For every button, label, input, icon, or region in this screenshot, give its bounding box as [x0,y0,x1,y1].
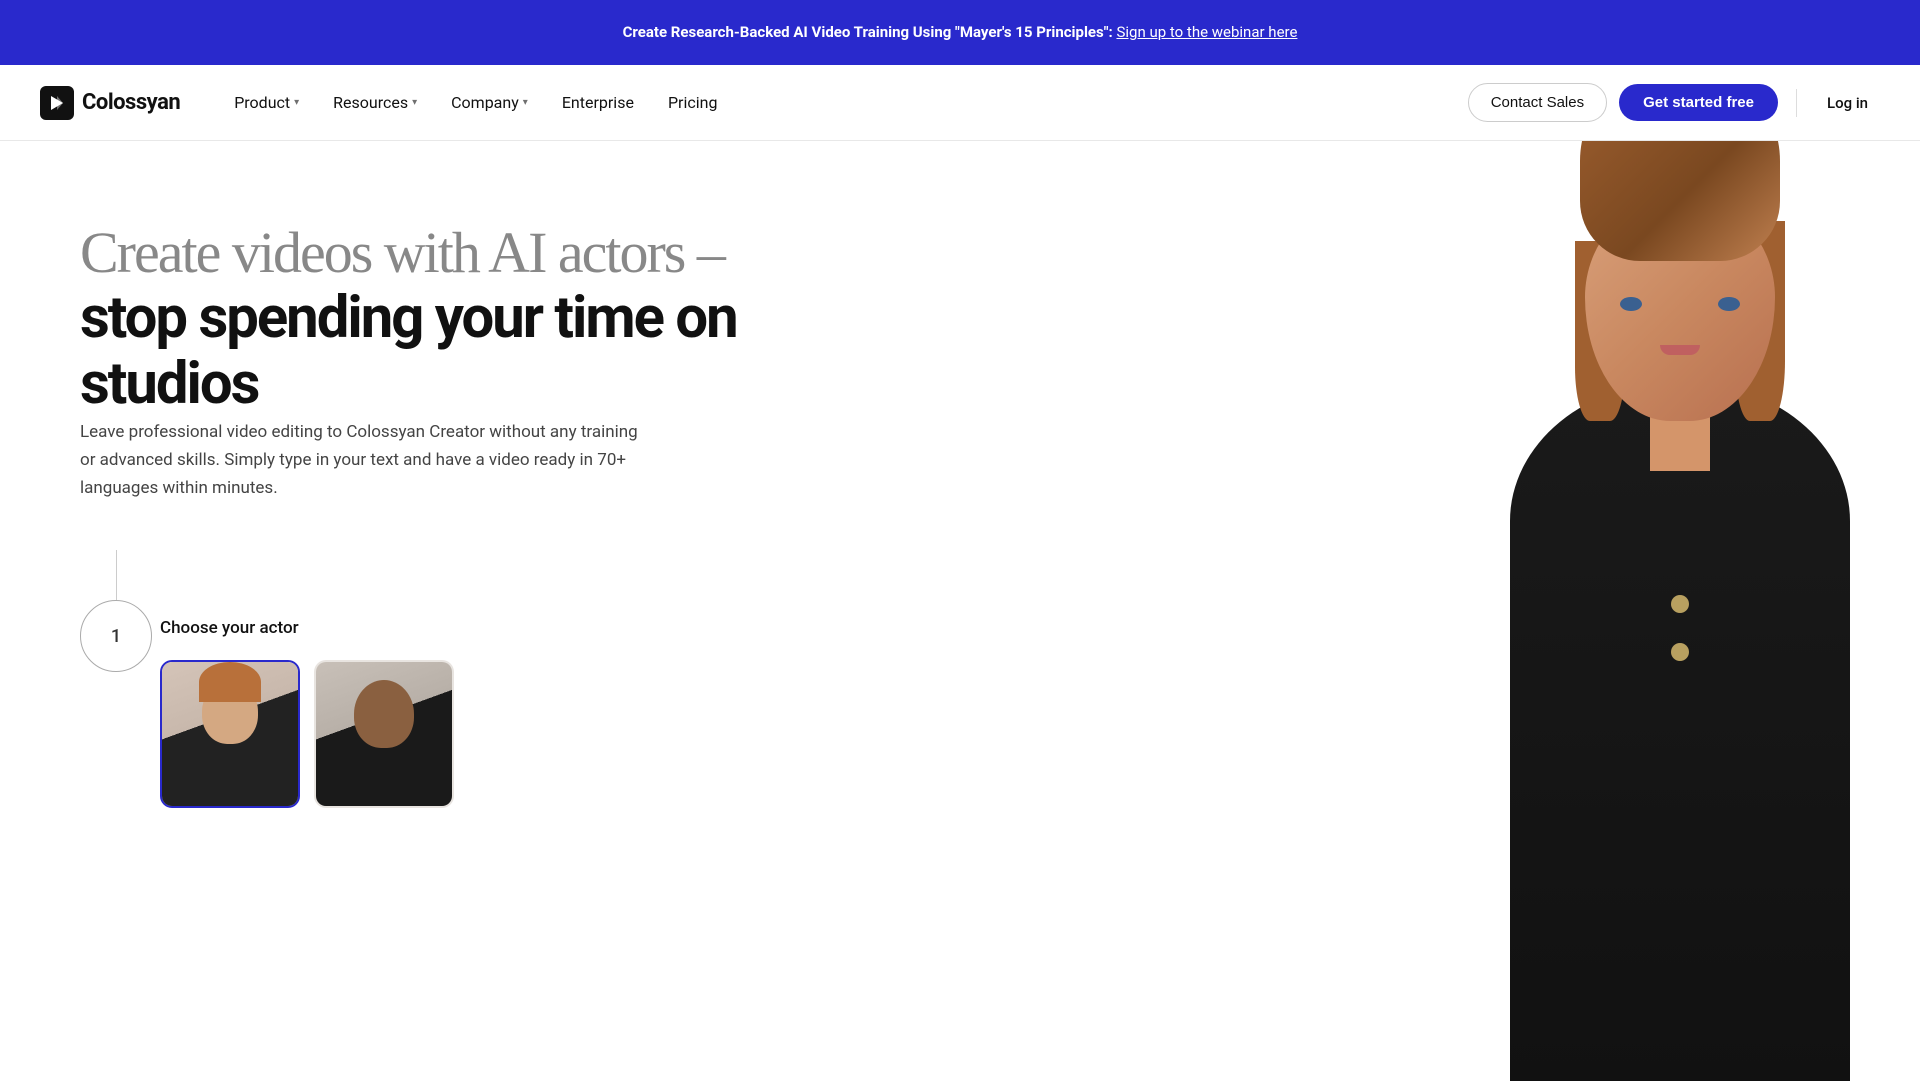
ai-actor-figure [1440,181,1920,1081]
chevron-down-icon: ▾ [523,97,528,108]
logo[interactable]: Colossyan [40,86,180,120]
actor-male-avatar [316,662,452,806]
hero-ai-actor-image [1420,141,1920,1081]
nav-label-pricing: Pricing [668,93,718,112]
main-nav: Colossyan Product ▾ Resources ▾ Company … [0,65,1920,141]
nav-links: Product ▾ Resources ▾ Company ▾ Enterpri… [220,85,1468,120]
nav-label-product: Product [234,93,290,112]
chevron-down-icon: ▾ [412,97,417,108]
ai-actor-body [1510,381,1850,1081]
banner-link[interactable]: Sign up to the webinar here [1116,23,1297,41]
hero-section: Create videos with AI actors – stop spen… [0,141,1920,1081]
nav-item-resources[interactable]: Resources ▾ [319,85,431,120]
step-1-number: 1 [80,600,152,672]
actor-female-avatar [162,662,298,806]
announcement-banner: Create Research-Backed AI Video Training… [0,0,1920,65]
nav-divider [1796,89,1797,117]
ai-actor-hair [1580,141,1780,261]
jacket-button-2 [1671,643,1689,661]
hero-headline-1: Create videos with AI actors – [80,220,724,285]
hero-description: Leave professional video editing to Colo… [80,418,640,502]
nav-label-resources: Resources [333,93,408,112]
hero-headline-2: stop spending your time on studios [80,284,737,419]
ai-actor-buttons [1671,595,1689,661]
actor-cards [160,660,820,808]
nav-item-company[interactable]: Company ▾ [437,85,542,120]
nav-label-company: Company [451,93,519,112]
step-1-label: Choose your actor [160,618,820,638]
logo-text: Colossyan [82,90,180,115]
actor-card-male[interactable] [314,660,454,808]
ai-actor-left-eye [1620,297,1642,311]
hero-headline: Create videos with AI actors – stop spen… [80,221,820,418]
steps-container: 1 Choose your actor [80,600,820,808]
login-button[interactable]: Log in [1815,86,1880,120]
chevron-down-icon: ▾ [294,97,299,108]
ai-actor-mouth [1660,345,1700,355]
ai-actor-eyes [1620,297,1740,311]
get-started-button[interactable]: Get started free [1619,84,1778,121]
banner-bold-text: Create Research-Backed AI Video Training… [623,23,1113,41]
actor-card-female[interactable] [160,660,300,808]
nav-item-enterprise[interactable]: Enterprise [548,85,648,120]
nav-item-pricing[interactable]: Pricing [654,85,732,120]
contact-sales-button[interactable]: Contact Sales [1468,83,1607,122]
step-connector-line [116,550,117,600]
jacket-button-1 [1671,595,1689,613]
nav-item-product[interactable]: Product ▾ [220,85,313,120]
hero-content: Create videos with AI actors – stop spen… [80,201,820,1081]
nav-actions: Contact Sales Get started free Log in [1468,83,1880,122]
step-1: 1 Choose your actor [80,600,820,808]
ai-actor-right-eye [1718,297,1740,311]
nav-label-enterprise: Enterprise [562,93,634,112]
logo-icon [40,86,74,120]
